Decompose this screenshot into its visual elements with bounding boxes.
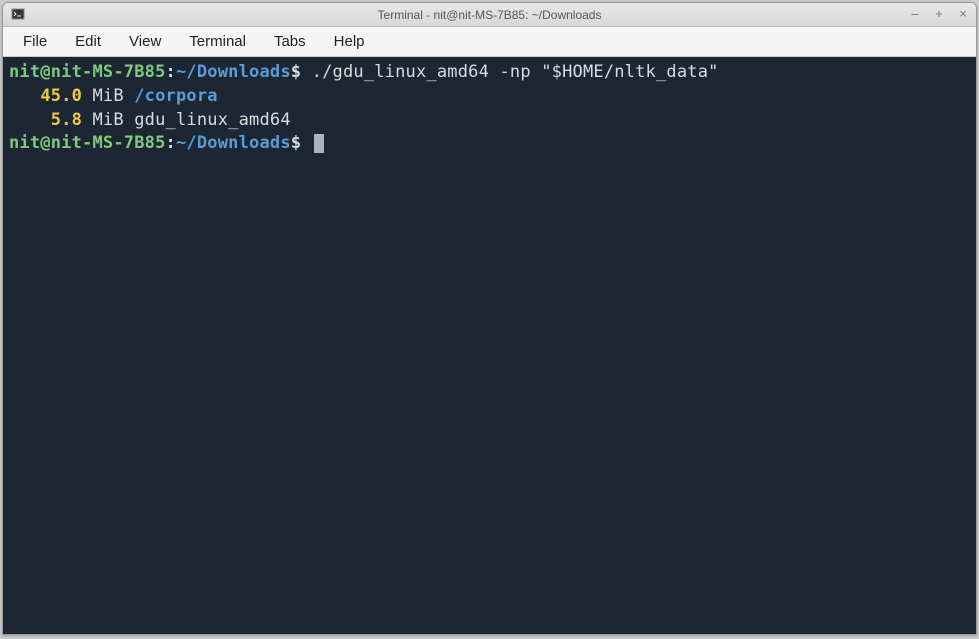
prompt-user-host: nit@nit-MS-7B85 (9, 133, 166, 153)
file-name: gdu_linux_amd64 (134, 110, 291, 130)
window-title: Terminal - nit@nit-MS-7B85: ~/Downloads (378, 8, 602, 22)
menu-tabs[interactable]: Tabs (260, 29, 320, 54)
terminal-window: Terminal - nit@nit-MS-7B85: ~/Downloads … (2, 2, 977, 635)
titlebar[interactable]: Terminal - nit@nit-MS-7B85: ~/Downloads … (3, 3, 976, 27)
menu-help[interactable]: Help (320, 29, 379, 54)
file-size: 5.8 (9, 110, 82, 130)
terminal-icon (11, 7, 25, 21)
prompt-path: ~/Downloads (176, 133, 291, 153)
empty-command (301, 133, 311, 153)
maximize-button[interactable]: + (932, 6, 946, 21)
minimize-button[interactable]: – (908, 6, 922, 21)
menu-view[interactable]: View (115, 29, 175, 54)
size-unit: MiB (82, 110, 134, 130)
prompt-path: ~/Downloads (176, 62, 291, 82)
prompt-colon: : (166, 133, 176, 153)
prompt-symbol: $ (291, 62, 301, 82)
command-line-2: nit@nit-MS-7B85:~/Downloads$ (9, 132, 970, 156)
command-text: ./gdu_linux_amd64 -np "$HOME/nltk_data" (301, 62, 718, 82)
close-button[interactable]: × (956, 6, 970, 21)
file-size: 45.0 (9, 86, 82, 106)
dir-name: /corpora (134, 86, 217, 106)
prompt-colon: : (166, 62, 176, 82)
menubar: File Edit View Terminal Tabs Help (3, 27, 976, 57)
prompt-user-host: nit@nit-MS-7B85 (9, 62, 166, 82)
command-line-1: nit@nit-MS-7B85:~/Downloads$ ./gdu_linux… (9, 61, 970, 85)
window-controls: – + × (908, 6, 970, 21)
menu-file[interactable]: File (9, 29, 61, 54)
menu-terminal[interactable]: Terminal (175, 29, 260, 54)
menu-edit[interactable]: Edit (61, 29, 115, 54)
output-row: 45.0 MiB /corpora (9, 85, 970, 109)
output-row: 5.8 MiB gdu_linux_amd64 (9, 109, 970, 133)
cursor (314, 134, 324, 153)
terminal-area[interactable]: nit@nit-MS-7B85:~/Downloads$ ./gdu_linux… (3, 57, 976, 634)
size-unit: MiB (82, 86, 134, 106)
prompt-symbol: $ (291, 133, 301, 153)
